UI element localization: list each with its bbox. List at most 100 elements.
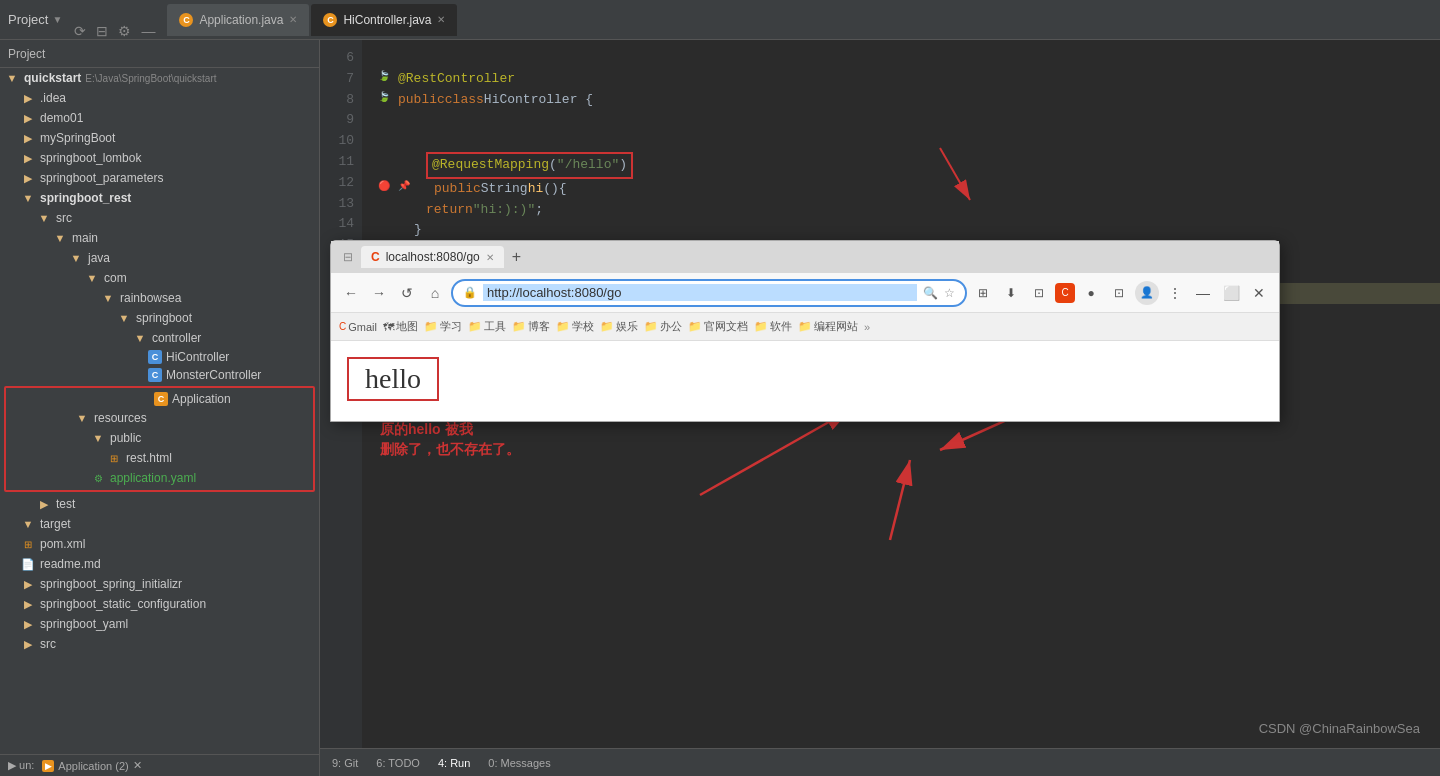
sidebar-tree[interactable]: ▼ quickstart E:\Java\SpringBoot\quicksta…	[0, 68, 319, 754]
todo-btn[interactable]: 6: TODO	[368, 755, 428, 771]
tree-label-com: com	[104, 271, 127, 285]
tree-item-java[interactable]: ▼ java	[0, 248, 319, 268]
tree-item-rainbowsea[interactable]: ▼ rainbowsea	[0, 288, 319, 308]
browser-back-btn[interactable]: ←	[339, 281, 363, 305]
minimize-icon[interactable]: —	[137, 23, 159, 39]
tree-item-demo01[interactable]: ▶ demo01	[0, 108, 319, 128]
browser-extension-2[interactable]: ⬇	[999, 281, 1023, 305]
settings-icon[interactable]: ⚙	[114, 23, 135, 39]
tree-item-test[interactable]: ▶ test	[0, 494, 319, 514]
kw-class-8: class	[445, 90, 484, 111]
browser-menu-btn[interactable]: ⋮	[1163, 281, 1187, 305]
tree-item-target[interactable]: ▼ target	[0, 514, 319, 534]
bookmark-software[interactable]: 📁 软件	[754, 319, 792, 334]
kw-return-13: return	[426, 200, 473, 221]
java-orange-icon: C	[179, 13, 193, 27]
bookmark-study[interactable]: 📁 学习	[424, 319, 462, 334]
bookmark-official-docs[interactable]: 📁 官网文档	[688, 319, 748, 334]
tree-item-idea[interactable]: ▶ .idea	[0, 88, 319, 108]
code-line-6	[370, 48, 1440, 69]
tree-item-resources[interactable]: ▼ resources	[6, 408, 313, 428]
tab-application-java[interactable]: C Application.java ✕	[167, 4, 309, 36]
messages-btn[interactable]: 0: Messages	[480, 755, 558, 771]
address-bar[interactable]: 🔒 http://localhost:8080/go 🔍 ☆	[451, 279, 967, 307]
tree-item-pom[interactable]: ⊞ pom.xml	[0, 534, 319, 554]
browser-avatar[interactable]: 👤	[1135, 281, 1159, 305]
tree-item-src[interactable]: ▼ src	[0, 208, 319, 228]
bookmark-gmail[interactable]: C Gmail	[339, 321, 377, 333]
csdn-icon[interactable]: C	[1055, 283, 1075, 303]
address-text[interactable]: http://localhost:8080/go	[483, 284, 917, 301]
tree-item-springboot-yaml[interactable]: ▶ springboot_yaml	[0, 614, 319, 634]
run-btn[interactable]: 4: Run	[430, 755, 478, 771]
tree-item-readme[interactable]: 📄 readme.md	[0, 554, 319, 574]
code-line-7: 🍃 @RestController	[370, 69, 1440, 90]
tree-item-public[interactable]: ▼ public	[6, 428, 313, 448]
tree-label-spring-init: springboot_spring_initializr	[40, 577, 182, 591]
star-icon[interactable]: ☆	[944, 286, 955, 300]
tree-label-monstercontroller: MonsterController	[166, 368, 261, 382]
tree-item-rest-html[interactable]: ⊞ rest.html	[6, 448, 313, 468]
project-title[interactable]: Project ▼	[8, 12, 62, 27]
browser-extension-4[interactable]: ●	[1079, 281, 1103, 305]
tree-item-main[interactable]: ▼ main	[0, 228, 319, 248]
run-config-label[interactable]: ▶ Application (2) ✕	[42, 759, 141, 772]
tree-item-hicontroller-class[interactable]: C HiController	[0, 348, 319, 366]
code-line-13: return "hi:):)" ;	[370, 200, 1440, 221]
classname-hi: HiController {	[484, 90, 593, 111]
browser-extension-3[interactable]: ⊡	[1027, 281, 1051, 305]
tree-item-application-class[interactable]: C Application	[6, 390, 313, 408]
tree-item-springboot-pkg[interactable]: ▼ springboot	[0, 308, 319, 328]
tree-item-springboot-params[interactable]: ▶ springboot_parameters	[0, 168, 319, 188]
bookmark-entertainment[interactable]: 📁 娱乐	[600, 319, 638, 334]
run-config-close[interactable]: ✕	[133, 759, 142, 772]
project-dropdown-icon[interactable]: ▼	[52, 14, 62, 25]
browser-extension-1[interactable]: ⊞	[971, 281, 995, 305]
browser-close-btn[interactable]: ✕	[1247, 281, 1271, 305]
folder-icon-target: ▼	[20, 516, 36, 532]
tab-hicontroller-close[interactable]: ✕	[437, 14, 445, 25]
browser-forward-btn[interactable]: →	[367, 281, 391, 305]
folder-icon-java: ▼	[68, 250, 84, 266]
browser-home-btn[interactable]: ⌂	[423, 281, 447, 305]
browser-active-tab[interactable]: C localhost:8080/go ✕	[361, 246, 504, 268]
tree-item-src-root[interactable]: ▶ src	[0, 634, 319, 654]
git-btn[interactable]: 9: Git	[324, 755, 366, 771]
bookmark-school[interactable]: 📁 学校	[556, 319, 594, 334]
tree-item-monstercontroller-class[interactable]: C MonsterController	[0, 366, 319, 384]
string-hi: "hi:):)"	[473, 200, 535, 221]
browser-refresh-btn[interactable]: ↺	[395, 281, 419, 305]
folder-icon-src: ▼	[36, 210, 52, 226]
tree-item-spring-init[interactable]: ▶ springboot_spring_initializr	[0, 574, 319, 594]
folder-icon-springboot-yaml: ▶	[20, 616, 36, 632]
split-icon[interactable]: ⊟	[92, 23, 112, 39]
browser-maximize-btn[interactable]: ⬜	[1219, 281, 1243, 305]
browser-minimize-btn[interactable]: —	[1191, 281, 1215, 305]
bookmark-tools[interactable]: 📁 工具	[468, 319, 506, 334]
tree-item-springboot-rest[interactable]: ▼ springboot_rest	[0, 188, 319, 208]
tree-item-quickstart[interactable]: ▼ quickstart E:\Java\SpringBoot\quicksta…	[0, 68, 319, 88]
tree-label-src: src	[56, 211, 72, 225]
browser-tab-close[interactable]: ✕	[486, 252, 494, 263]
bookmark-map[interactable]: 🗺 地图	[383, 319, 418, 334]
tree-item-controller-pkg[interactable]: ▼ controller	[0, 328, 319, 348]
bookmark-office[interactable]: 📁 办公	[644, 319, 682, 334]
tab-application-close[interactable]: ✕	[289, 14, 297, 25]
code-line-10	[370, 131, 1440, 152]
bookmarks-more-icon[interactable]: »	[864, 321, 870, 333]
tree-item-static-config[interactable]: ▶ springboot_static_configuration	[0, 594, 319, 614]
browser-new-tab-btn[interactable]: +	[508, 248, 525, 266]
browser-tab-back-icon[interactable]: ⊟	[339, 250, 357, 264]
tree-item-com[interactable]: ▼ com	[0, 268, 319, 288]
bookmark-blog[interactable]: 📁 博客	[512, 319, 550, 334]
tab-hicontroller-java[interactable]: C HiController.java ✕	[311, 4, 457, 36]
browser-extension-5[interactable]: ⊡	[1107, 281, 1131, 305]
yaml-icon: ⚙	[90, 470, 106, 486]
tree-item-myspringboot[interactable]: ▶ mySpringBoot	[0, 128, 319, 148]
tree-item-springboot-lombok[interactable]: ▶ springboot_lombok	[0, 148, 319, 168]
sync-icon[interactable]: ⟳	[70, 23, 90, 39]
run-label: ▶ un:	[8, 759, 34, 772]
tree-item-application-yaml[interactable]: ⚙ application.yaml	[6, 468, 313, 488]
bookmark-coding[interactable]: 📁 编程网站	[798, 319, 858, 334]
lock-icon: 🔒	[463, 286, 477, 299]
